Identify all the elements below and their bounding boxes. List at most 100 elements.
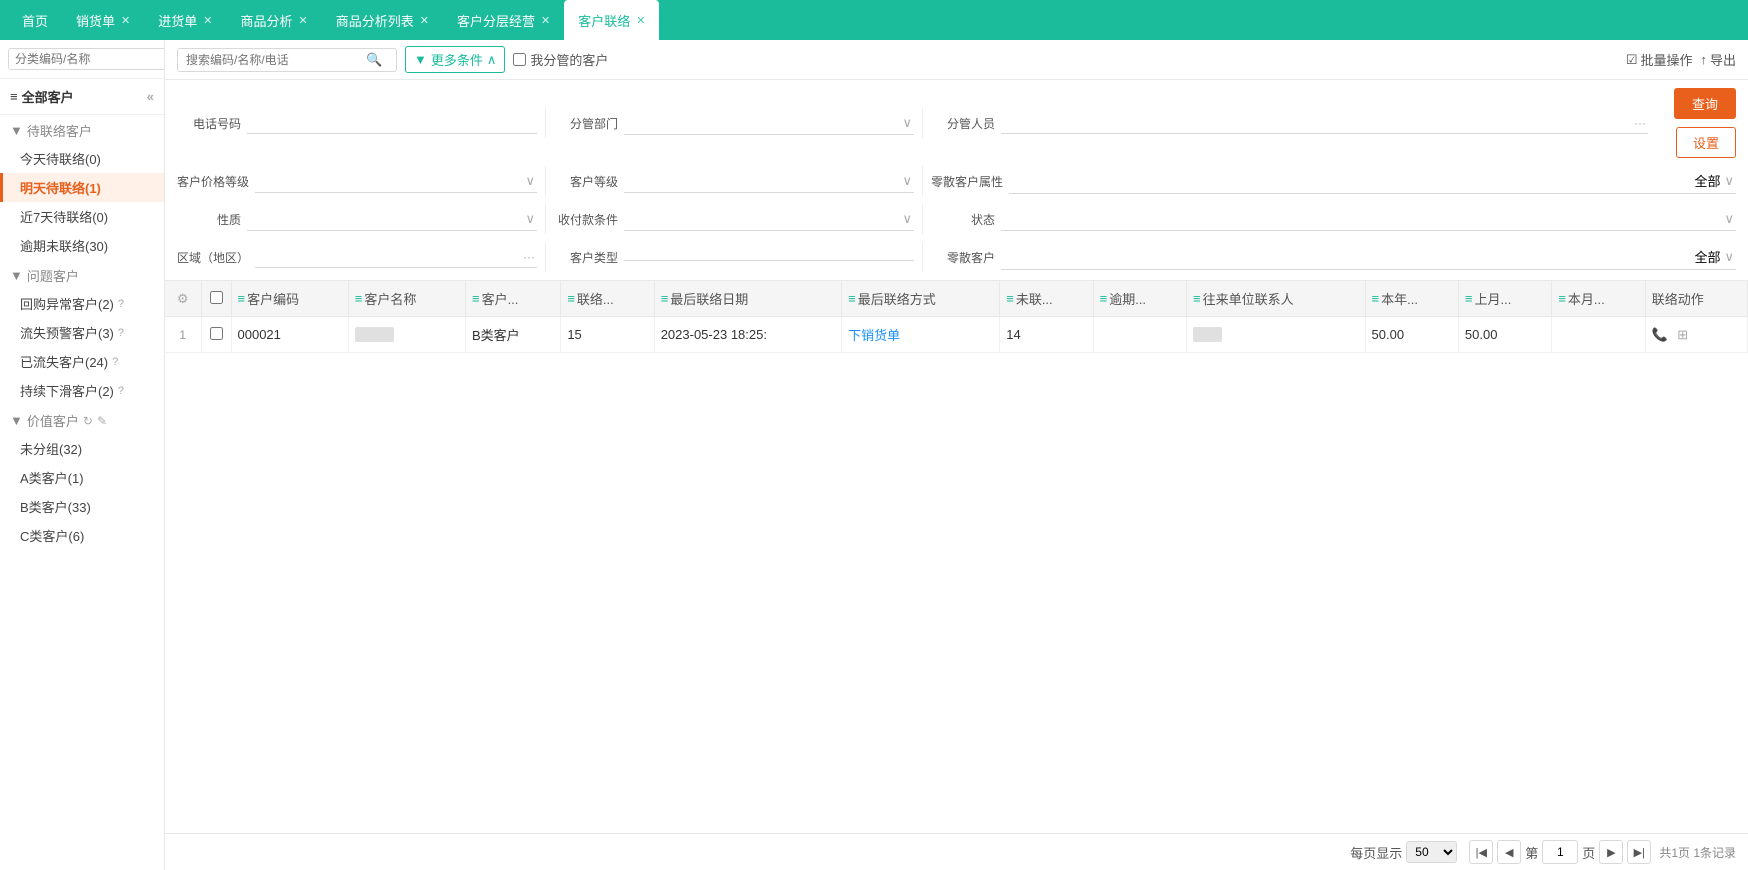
close-icon[interactable]: ✕ [121, 14, 130, 27]
sidebar-group-pending[interactable]: ▼ 待联络客户 [0, 115, 164, 144]
price-level-select[interactable]: ∨ [255, 170, 537, 193]
filter-retail: 零散客户 全部 ∨ [931, 244, 1736, 270]
nav-sales[interactable]: 销货单 ✕ [62, 0, 144, 40]
arrow-icon: ▼ [10, 123, 23, 138]
gender-select[interactable]: ∨ [247, 208, 537, 231]
sidebar-search-area: 🔍 [0, 40, 164, 79]
next-page-button[interactable]: ▶ [1599, 840, 1623, 864]
page-size-select[interactable]: 50 10 20 100 [1406, 841, 1457, 863]
sidebar-item-abnormal[interactable]: 回购异常客户(2) ? [0, 289, 164, 318]
search-input[interactable] [186, 53, 366, 67]
gear-icon[interactable]: ⚙ [177, 291, 189, 306]
customer-name-blurred [355, 327, 395, 342]
help-icon[interactable]: ? [118, 327, 124, 339]
filter-gender: 性质 ∨ [177, 208, 537, 231]
select-all-checkbox[interactable] [210, 291, 223, 304]
ellipsis-icon: ··· [1634, 116, 1646, 130]
arrow-icon: ▼ [10, 268, 23, 283]
filter-manager: 分管人员 ··· [931, 113, 1648, 134]
nav-purchase[interactable]: 进货单 ✕ [144, 0, 226, 40]
chevron-down-icon: ∨ [1724, 211, 1734, 227]
retail-attr-select[interactable]: 全部 ∨ [1009, 168, 1736, 194]
batch-button[interactable]: ☑ 批量操作 [1626, 50, 1693, 69]
th-name: ≡ 客户名称 [348, 281, 465, 317]
th-checkbox [201, 281, 231, 317]
nav-customer-tier[interactable]: 客户分层经营 ✕ [443, 0, 564, 40]
search-bar[interactable]: 🔍 [177, 48, 397, 72]
query-button[interactable]: 查询 [1674, 88, 1736, 119]
sidebar-all-customers[interactable]: ≡ 全部客户 « [0, 79, 164, 115]
nav-customer-contact[interactable]: 客户联络 ✕ [564, 0, 659, 40]
action-phone-icon[interactable]: 📞 [1652, 327, 1668, 342]
search-icon[interactable]: 🔍 [366, 52, 382, 68]
customer-level-select[interactable]: ∨ [624, 170, 914, 193]
filter-retail-attr: 零散客户属性 全部 ∨ [931, 168, 1736, 194]
sidebar-item-tomorrow[interactable]: 明天待联络(1) [0, 173, 164, 202]
close-icon[interactable]: ✕ [299, 14, 308, 27]
last-page-button[interactable]: ▶| [1627, 840, 1651, 864]
filter-row-2: 客户价格等级 ∨ 客户等级 ∨ 零散客户属性 全部 [177, 166, 1736, 196]
close-icon[interactable]: ✕ [636, 14, 645, 27]
last-contact-method-cell: 下销货单 [842, 317, 1000, 353]
help-icon[interactable]: ? [118, 385, 124, 397]
first-page-button[interactable]: |◀ [1469, 840, 1493, 864]
filter-status: 状态 ∨ [931, 208, 1736, 231]
nav-home[interactable]: 首页 [8, 0, 62, 40]
filter-phone: 电话号码 [177, 113, 537, 134]
row-checkbox[interactable] [210, 327, 223, 340]
sidebar-item-churned[interactable]: 已流失客户(24) ? [0, 347, 164, 376]
th-this-year: ≡ 本年... [1365, 281, 1458, 317]
refresh-icon[interactable]: ↻ [83, 414, 93, 428]
top-nav: 首页 销货单 ✕ 进货单 ✕ 商品分析 ✕ 商品分析列表 ✕ 客户分层经营 ✕ … [0, 0, 1748, 40]
sort-icon: ≡ [472, 291, 480, 306]
help-icon[interactable]: ? [112, 356, 118, 368]
customer-type-select[interactable] [624, 254, 914, 261]
sidebar-item-7days[interactable]: 近7天待联络(0) [0, 202, 164, 231]
action-grid-icon[interactable]: ⊞ [1677, 327, 1688, 342]
chevron-down-icon: ∨ [1724, 173, 1734, 189]
sidebar-item-ungroup[interactable]: 未分组(32) [0, 434, 164, 463]
close-icon[interactable]: ✕ [420, 14, 429, 27]
export-button[interactable]: ↑ 导出 [1700, 50, 1736, 69]
retail-select[interactable]: 全部 ∨ [1001, 244, 1736, 270]
prev-page-button[interactable]: ◀ [1497, 840, 1521, 864]
page-number-input[interactable] [1542, 840, 1578, 864]
status-select[interactable]: ∨ [1001, 208, 1736, 231]
help-icon[interactable]: ? [118, 298, 124, 310]
sidebar-item-today[interactable]: 今天待联络(0) [0, 144, 164, 173]
my-customers-check[interactable] [513, 53, 526, 66]
sidebar-item-overdue[interactable]: 逾期未联络(30) [0, 231, 164, 260]
close-icon[interactable]: ✕ [203, 14, 212, 27]
data-table-container: ⚙ ≡ 客户编码 ≡ 客户名称 ≡ 客户... [165, 281, 1748, 833]
sidebar-item-c-class[interactable]: C类客户(6) [0, 521, 164, 550]
table-row: 1 000021 B类客户 [165, 317, 1748, 353]
contact-count-cell: 15 [561, 317, 654, 353]
sidebar-item-b-class[interactable]: B类客户(33) [0, 492, 164, 521]
area-select[interactable]: ··· [255, 247, 537, 268]
setting-button[interactable]: 设置 [1676, 127, 1736, 158]
sort-icon: ≡ [1006, 291, 1014, 306]
contact-method-link[interactable]: 下销货单 [848, 328, 900, 343]
export-icon: ↑ [1700, 52, 1707, 67]
phone-input[interactable] [247, 113, 537, 134]
my-customers-checkbox[interactable]: 我分管的客户 [513, 50, 608, 69]
arrow-icon: ▼ [10, 413, 23, 428]
overdue-cell [1093, 317, 1186, 353]
sidebar-item-declining[interactable]: 持续下滑客户(2) ? [0, 376, 164, 405]
nav-product-analysis[interactable]: 商品分析 ✕ [226, 0, 321, 40]
nav-product-analysis-list[interactable]: 商品分析列表 ✕ [322, 0, 443, 40]
sidebar-group-problem[interactable]: ▼ 问题客户 [0, 260, 164, 289]
sidebar-search-input[interactable] [8, 48, 165, 70]
sidebar-item-a-class[interactable]: A类客户(1) [0, 463, 164, 492]
payment-select[interactable]: ∨ [624, 208, 914, 231]
close-icon[interactable]: ✕ [541, 14, 550, 27]
sidebar-item-churn-warning[interactable]: 流失预警客户(3) ? [0, 318, 164, 347]
data-table: ⚙ ≡ 客户编码 ≡ 客户名称 ≡ 客户... [165, 281, 1748, 353]
th-code: ≡ 客户编码 [231, 281, 348, 317]
dept-select[interactable]: ∨ [624, 112, 914, 135]
filter-button[interactable]: ▼ 更多条件 ∧ [405, 46, 505, 73]
filter-panel: 电话号码 分管部门 ∨ 分管人员 ··· [165, 80, 1748, 281]
edit-icon[interactable]: ✎ [97, 414, 107, 428]
sidebar-group-value[interactable]: ▼ 价值客户 ↻ ✎ [0, 405, 164, 434]
manager-select[interactable]: ··· [1001, 113, 1648, 134]
